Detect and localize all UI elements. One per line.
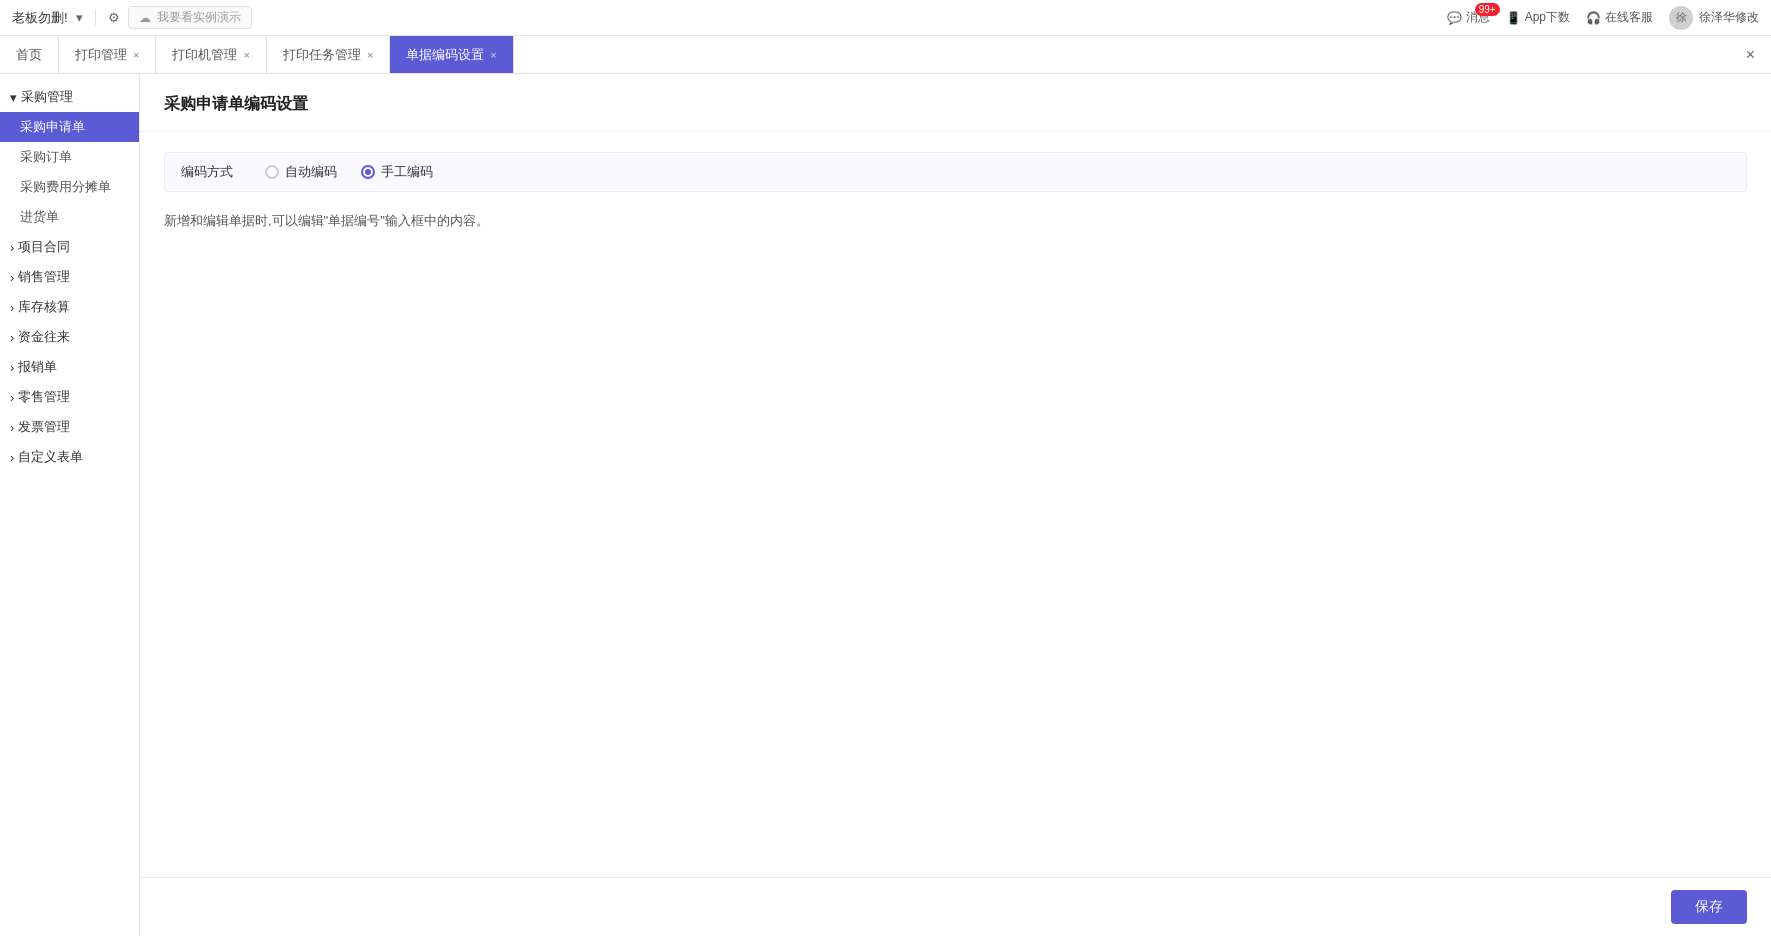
auto-code-option[interactable]: 自动编码 bbox=[265, 163, 337, 181]
sidebar-item-purchase-order[interactable]: 采购订单 bbox=[0, 142, 139, 172]
content-area: 采购申请单编码设置 编码方式 自动编码 手工编码 新增和编辑单据时,可以编辑"单… bbox=[140, 74, 1771, 936]
top-bar: 老板勿删! ▾ ⚙ ☁ 我要看实例演示 💬 消息 99+ 📱 App下数 🎧 在… bbox=[0, 0, 1771, 36]
auto-code-label: 自动编码 bbox=[285, 163, 337, 181]
arrow-right-icon-4: › bbox=[10, 330, 14, 345]
app-download-label: App下数 bbox=[1525, 9, 1570, 26]
arrow-right-icon-1: › bbox=[10, 240, 14, 255]
logo-text: 老板勿删! bbox=[12, 9, 68, 27]
top-bar-left: 老板勿删! ▾ ⚙ ☁ 我要看实例演示 bbox=[12, 6, 252, 29]
arrow-right-icon-2: › bbox=[10, 270, 14, 285]
tab-home-label: 首页 bbox=[16, 46, 42, 64]
sidebar-group-sales-mgmt[interactable]: › 销售管理 bbox=[0, 262, 139, 292]
user-profile[interactable]: 徐 徐泽华修改 bbox=[1669, 6, 1759, 30]
settings-icon[interactable]: ⚙ bbox=[108, 10, 120, 25]
arrow-right-icon-7: › bbox=[10, 420, 14, 435]
dropdown-icon[interactable]: ▾ bbox=[76, 10, 83, 25]
sidebar-group-return-goods-label: 报销单 bbox=[18, 358, 57, 376]
sidebar-group-capital-flow-label: 资金往来 bbox=[18, 328, 70, 346]
search-placeholder-text: 我要看实例演示 bbox=[157, 9, 241, 26]
divider bbox=[95, 10, 96, 26]
tab-bar-close-all[interactable]: × bbox=[1730, 46, 1771, 64]
code-type-row: 编码方式 自动编码 手工编码 bbox=[164, 152, 1747, 192]
tab-print-mgmt-close[interactable]: × bbox=[133, 49, 139, 61]
sidebar-item-stock-in[interactable]: 进货单 bbox=[0, 202, 139, 232]
sidebar-group-custom-form[interactable]: › 自定义表单 bbox=[0, 442, 139, 472]
tab-print-task-label: 打印任务管理 bbox=[283, 46, 361, 64]
content-body: 编码方式 自动编码 手工编码 新增和编辑单据时,可以编辑"单据编号"输入框中的内… bbox=[140, 132, 1771, 877]
sidebar: ▾ 采购管理 采购申请单 采购订单 采购费用分摊单 进货单 › 项目合同 › 销… bbox=[0, 74, 140, 936]
sidebar-item-purchase-request[interactable]: 采购申请单 bbox=[0, 112, 139, 142]
sidebar-group-project-contract-label: 项目合同 bbox=[18, 238, 70, 256]
sidebar-group-retail-mgmt[interactable]: › 零售管理 bbox=[0, 382, 139, 412]
top-bar-right: 💬 消息 99+ 📱 App下数 🎧 在线客服 徐 徐泽华修改 bbox=[1447, 6, 1759, 30]
message-badge: 99+ bbox=[1475, 3, 1500, 16]
cloud-icon: ☁ bbox=[139, 11, 151, 25]
sidebar-group-custom-form-label: 自定义表单 bbox=[18, 448, 83, 466]
tab-bar: 首页 打印管理 × 打印机管理 × 打印任务管理 × 单据编码设置 × × bbox=[0, 36, 1771, 74]
search-bar[interactable]: ☁ 我要看实例演示 bbox=[128, 6, 252, 29]
tab-printer-mgmt-close[interactable]: × bbox=[243, 49, 249, 61]
sidebar-item-purchase-expense-label: 采购费用分摊单 bbox=[20, 179, 111, 194]
sidebar-group-invoice-mgmt-label: 发票管理 bbox=[18, 418, 70, 436]
sidebar-group-return-goods[interactable]: › 报销单 bbox=[0, 352, 139, 382]
manual-code-radio[interactable] bbox=[361, 165, 375, 179]
arrow-right-icon-6: › bbox=[10, 390, 14, 405]
tab-print-mgmt[interactable]: 打印管理 × bbox=[59, 36, 156, 73]
tab-home[interactable]: 首页 bbox=[0, 36, 59, 73]
hint-text: 新增和编辑单据时,可以编辑"单据编号"输入框中的内容。 bbox=[164, 212, 1747, 230]
online-service-label: 在线客服 bbox=[1605, 9, 1653, 26]
auto-code-radio[interactable] bbox=[265, 165, 279, 179]
message-icon: 💬 bbox=[1447, 11, 1462, 25]
sidebar-group-retail-mgmt-label: 零售管理 bbox=[18, 388, 70, 406]
sidebar-group-inventory-label: 库存核算 bbox=[18, 298, 70, 316]
sidebar-item-purchase-request-label: 采购申请单 bbox=[20, 119, 85, 134]
sidebar-group-invoice-mgmt[interactable]: › 发票管理 bbox=[0, 412, 139, 442]
sidebar-group-inventory[interactable]: › 库存核算 bbox=[0, 292, 139, 322]
sidebar-item-purchase-order-label: 采购订单 bbox=[20, 149, 72, 164]
content-footer: 保存 bbox=[140, 877, 1771, 936]
online-service-button[interactable]: 🎧 在线客服 bbox=[1586, 9, 1653, 26]
manual-code-option[interactable]: 手工编码 bbox=[361, 163, 433, 181]
arrow-right-icon-5: › bbox=[10, 360, 14, 375]
sidebar-item-purchase-expense[interactable]: 采购费用分摊单 bbox=[0, 172, 139, 202]
user-name: 徐泽华修改 bbox=[1699, 9, 1759, 26]
arrow-right-icon-8: › bbox=[10, 450, 14, 465]
tab-barcode-setting[interactable]: 单据编码设置 × bbox=[390, 36, 513, 73]
sidebar-group-purchase-mgmt[interactable]: ▾ 采购管理 bbox=[0, 82, 139, 112]
manual-code-label: 手工编码 bbox=[381, 163, 433, 181]
main-layout: ▾ 采购管理 采购申请单 采购订单 采购费用分摊单 进货单 › 项目合同 › 销… bbox=[0, 74, 1771, 936]
arrow-right-icon-3: › bbox=[10, 300, 14, 315]
sidebar-group-project-contract[interactable]: › 项目合同 bbox=[0, 232, 139, 262]
avatar: 徐 bbox=[1669, 6, 1693, 30]
page-title: 采购申请单编码设置 bbox=[164, 94, 1747, 115]
tab-barcode-setting-close[interactable]: × bbox=[490, 49, 496, 61]
sidebar-group-sales-mgmt-label: 销售管理 bbox=[18, 268, 70, 286]
tab-print-mgmt-label: 打印管理 bbox=[75, 46, 127, 64]
headset-icon: 🎧 bbox=[1586, 11, 1601, 25]
sidebar-group-purchase-mgmt-label: 采购管理 bbox=[21, 88, 73, 106]
app-icon: 📱 bbox=[1506, 11, 1521, 25]
save-button[interactable]: 保存 bbox=[1671, 890, 1747, 924]
content-header: 采购申请单编码设置 bbox=[140, 74, 1771, 132]
tab-print-task-close[interactable]: × bbox=[367, 49, 373, 61]
tab-printer-mgmt-label: 打印机管理 bbox=[172, 46, 237, 64]
arrow-down-icon: ▾ bbox=[10, 90, 17, 105]
sidebar-item-stock-in-label: 进货单 bbox=[20, 209, 59, 224]
tab-printer-mgmt[interactable]: 打印机管理 × bbox=[156, 36, 266, 73]
tab-print-task[interactable]: 打印任务管理 × bbox=[267, 36, 390, 73]
sidebar-group-capital-flow[interactable]: › 资金往来 bbox=[0, 322, 139, 352]
app-download-button[interactable]: 📱 App下数 bbox=[1506, 9, 1570, 26]
tab-barcode-setting-label: 单据编码设置 bbox=[406, 46, 484, 64]
message-button[interactable]: 💬 消息 99+ bbox=[1447, 9, 1490, 26]
code-type-label: 编码方式 bbox=[181, 163, 233, 181]
